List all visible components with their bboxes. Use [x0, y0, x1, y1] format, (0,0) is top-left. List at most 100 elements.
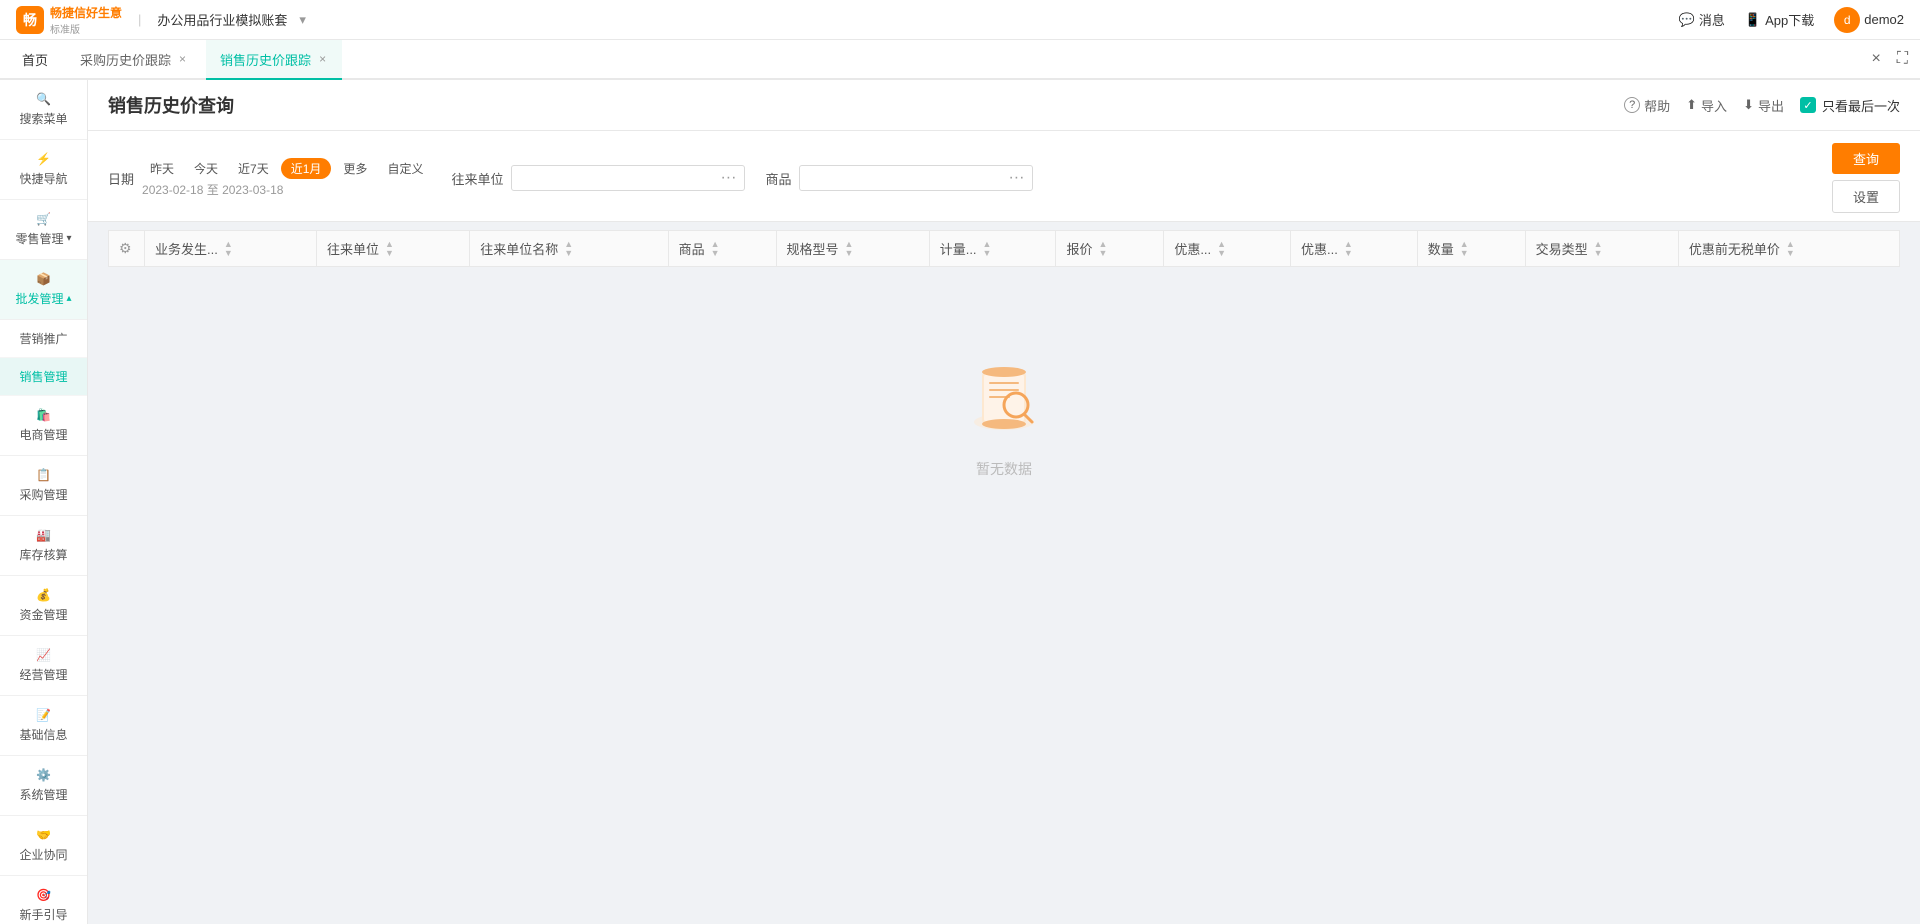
- empty-illustration: [954, 347, 1054, 447]
- settings-button[interactable]: 设置: [1832, 180, 1900, 213]
- topbar-dropdown[interactable]: ▾: [299, 12, 306, 28]
- th-unit[interactable]: 计量... ▲▼: [929, 231, 1056, 267]
- sort-arrows-partner-code: ▲▼: [385, 240, 394, 258]
- tab-home[interactable]: 首页: [8, 40, 62, 80]
- tab-purchase-close[interactable]: ×: [177, 50, 188, 68]
- app-download-btn[interactable]: 📱 App下载: [1745, 10, 1814, 29]
- empty-state: 暂无数据: [108, 267, 1900, 559]
- th-partner-code[interactable]: 往来单位 ▲▼: [317, 231, 470, 267]
- th-qty[interactable]: 数量 ▲▼: [1417, 231, 1525, 267]
- column-settings-icon[interactable]: ⚙: [119, 240, 132, 256]
- sort-arrows-pretax: ▲▼: [1786, 240, 1795, 258]
- goods-input-wrap[interactable]: ···: [799, 165, 1033, 191]
- goods-input[interactable]: [808, 171, 1008, 186]
- main-layout: 🔍 搜索菜单 ⚡ 快捷导航 🛒 零售管理 ▾ 📦 批发管理 ▴ 营销推广 销售管…: [0, 80, 1920, 924]
- sidebar-item-retail[interactable]: 🛒 零售管理 ▾: [0, 200, 87, 260]
- th-discount1[interactable]: 优惠... ▲▼: [1164, 231, 1291, 267]
- partner-input-wrap[interactable]: ···: [511, 165, 745, 191]
- chat-icon: 💬: [1679, 12, 1695, 28]
- help-btn[interactable]: ? 帮助: [1624, 96, 1670, 115]
- app-icon: 📱: [1745, 12, 1761, 28]
- th-quote[interactable]: 报价 ▲▼: [1056, 231, 1164, 267]
- tab-sales-close[interactable]: ×: [317, 50, 328, 68]
- inventory-icon: 🏭: [36, 528, 51, 542]
- sidebar-item-inventory[interactable]: 🏭 库存核算: [0, 516, 87, 576]
- basic-icon: 📝: [36, 708, 51, 722]
- wholesale-icon: 📦: [36, 272, 51, 286]
- system-icon: ⚙️: [36, 768, 51, 782]
- content-area: 销售历史价查询 ? 帮助 ⬆ 导入 ⬇ 导出 ✓ 只看最后一次: [88, 80, 1920, 924]
- goods-filter-group: 商品 ···: [765, 165, 1033, 191]
- sidebar-item-sales-mgmt[interactable]: 销售管理: [0, 358, 87, 396]
- import-btn[interactable]: ⬆ 导入: [1686, 96, 1727, 115]
- th-goods[interactable]: 商品 ▲▼: [668, 231, 776, 267]
- th-trade-type[interactable]: 交易类型 ▲▼: [1525, 231, 1678, 267]
- topbar-left: 畅 畅捷信好生意 标准版 | 办公用品行业模拟账套 ▾: [16, 4, 306, 36]
- export-icon: ⬇: [1743, 97, 1754, 113]
- sort-arrows-date: ▲▼: [224, 240, 233, 258]
- empty-text: 暂无数据: [976, 459, 1032, 479]
- date-btn-more[interactable]: 更多: [335, 158, 375, 179]
- date-btn-1month[interactable]: 近1月: [281, 158, 332, 179]
- sort-arrows-goods: ▲▼: [711, 240, 720, 258]
- ecommerce-icon: 🛍️: [36, 408, 51, 422]
- user-menu[interactable]: d demo2: [1834, 7, 1904, 33]
- avatar: d: [1834, 7, 1860, 33]
- topbar: 畅 畅捷信好生意 标准版 | 办公用品行业模拟账套 ▾ 💬 消息 📱 App下载…: [0, 0, 1920, 40]
- sidebar-item-system[interactable]: ⚙️ 系统管理: [0, 756, 87, 816]
- th-gear[interactable]: ⚙: [109, 231, 145, 267]
- date-btn-7days[interactable]: 近7天: [230, 158, 277, 179]
- last-only-checkbox[interactable]: ✓ 只看最后一次: [1800, 96, 1900, 115]
- sidebar-item-search[interactable]: 🔍 搜索菜单: [0, 80, 87, 140]
- search-button[interactable]: 查询: [1832, 143, 1900, 174]
- th-partner-name[interactable]: 往来单位名称 ▲▼: [470, 231, 668, 267]
- th-discount2[interactable]: 优惠... ▲▼: [1291, 231, 1418, 267]
- cooperation-icon: 🤝: [36, 828, 51, 842]
- sidebar-item-basic[interactable]: 📝 基础信息: [0, 696, 87, 756]
- checkbox-icon: ✓: [1800, 97, 1816, 113]
- sort-arrows-unit: ▲▼: [983, 240, 992, 258]
- sort-arrows-discount1: ▲▼: [1217, 240, 1226, 258]
- goods-filter-label: 商品: [765, 169, 791, 188]
- sidebar-item-wholesale[interactable]: 📦 批发管理 ▴: [0, 260, 87, 320]
- partner-input[interactable]: [520, 171, 720, 186]
- page-title: 销售历史价查询: [108, 92, 234, 118]
- sidebar-item-cooperation[interactable]: 🤝 企业协同: [0, 816, 87, 876]
- date-buttons: 昨天 今天 近7天 近1月 更多 自定义: [142, 158, 431, 179]
- sidebar-item-guide[interactable]: 🎯 新手引导: [0, 876, 87, 924]
- sidebar-item-quicknav[interactable]: ⚡ 快捷导航: [0, 140, 87, 200]
- th-spec[interactable]: 规格型号 ▲▼: [776, 231, 929, 267]
- sidebar-item-ecommerce[interactable]: 🛍️ 电商管理: [0, 396, 87, 456]
- sidebar-item-finance[interactable]: 💰 资金管理: [0, 576, 87, 636]
- logo-area: 畅 畅捷信好生意 标准版: [16, 4, 122, 36]
- date-btn-yesterday[interactable]: 昨天: [142, 158, 182, 179]
- date-range-text: 2023-02-18 至 2023-03-18: [142, 181, 431, 198]
- export-btn[interactable]: ⬇ 导出: [1743, 96, 1784, 115]
- th-date[interactable]: 业务发生... ▲▼: [145, 231, 317, 267]
- goods-dots-icon[interactable]: ···: [1008, 169, 1024, 187]
- date-btn-custom[interactable]: 自定义: [379, 158, 431, 179]
- chevron-down-icon: ▾: [66, 233, 71, 244]
- tab-purchase[interactable]: 采购历史价跟踪 ×: [66, 40, 202, 80]
- chat-btn[interactable]: 💬 消息: [1679, 10, 1725, 29]
- tab-sales[interactable]: 销售历史价跟踪 ×: [206, 40, 342, 80]
- topbar-title: 办公用品行业模拟账套: [157, 10, 287, 29]
- tabbar-close-all[interactable]: ×: [1867, 46, 1884, 72]
- th-pretax[interactable]: 优惠前无税单价 ▲▼: [1678, 231, 1899, 267]
- sort-arrows-partner-name: ▲▼: [564, 240, 573, 258]
- filter-bar: 日期 昨天 今天 近7天 近1月 更多 自定义 2023-02-18 至 202…: [88, 131, 1920, 222]
- tabbar: 首页 采购历史价跟踪 × 销售历史价跟踪 × × ⛶: [0, 40, 1920, 80]
- sidebar-item-operation[interactable]: 📈 经营管理: [0, 636, 87, 696]
- filter-actions: 查询 设置: [1832, 143, 1900, 213]
- table-head: ⚙ 业务发生... ▲▼ 往来单位 ▲▼: [109, 231, 1900, 267]
- page-header: 销售历史价查询 ? 帮助 ⬆ 导入 ⬇ 导出 ✓ 只看最后一次: [88, 80, 1920, 131]
- partner-dots-icon[interactable]: ···: [720, 169, 736, 187]
- sort-arrows-spec: ▲▼: [845, 240, 854, 258]
- sidebar-item-marketing[interactable]: 营销推广: [0, 320, 87, 358]
- sidebar-item-purchase[interactable]: 📋 采购管理: [0, 456, 87, 516]
- tabbar-maximize[interactable]: ⛶: [1893, 46, 1912, 72]
- table-wrap: ⚙ 业务发生... ▲▼ 往来单位 ▲▼: [88, 222, 1920, 924]
- sort-arrows-qty: ▲▼: [1460, 240, 1469, 258]
- partner-filter-group: 往来单位 ···: [451, 165, 745, 191]
- date-btn-today[interactable]: 今天: [186, 158, 226, 179]
